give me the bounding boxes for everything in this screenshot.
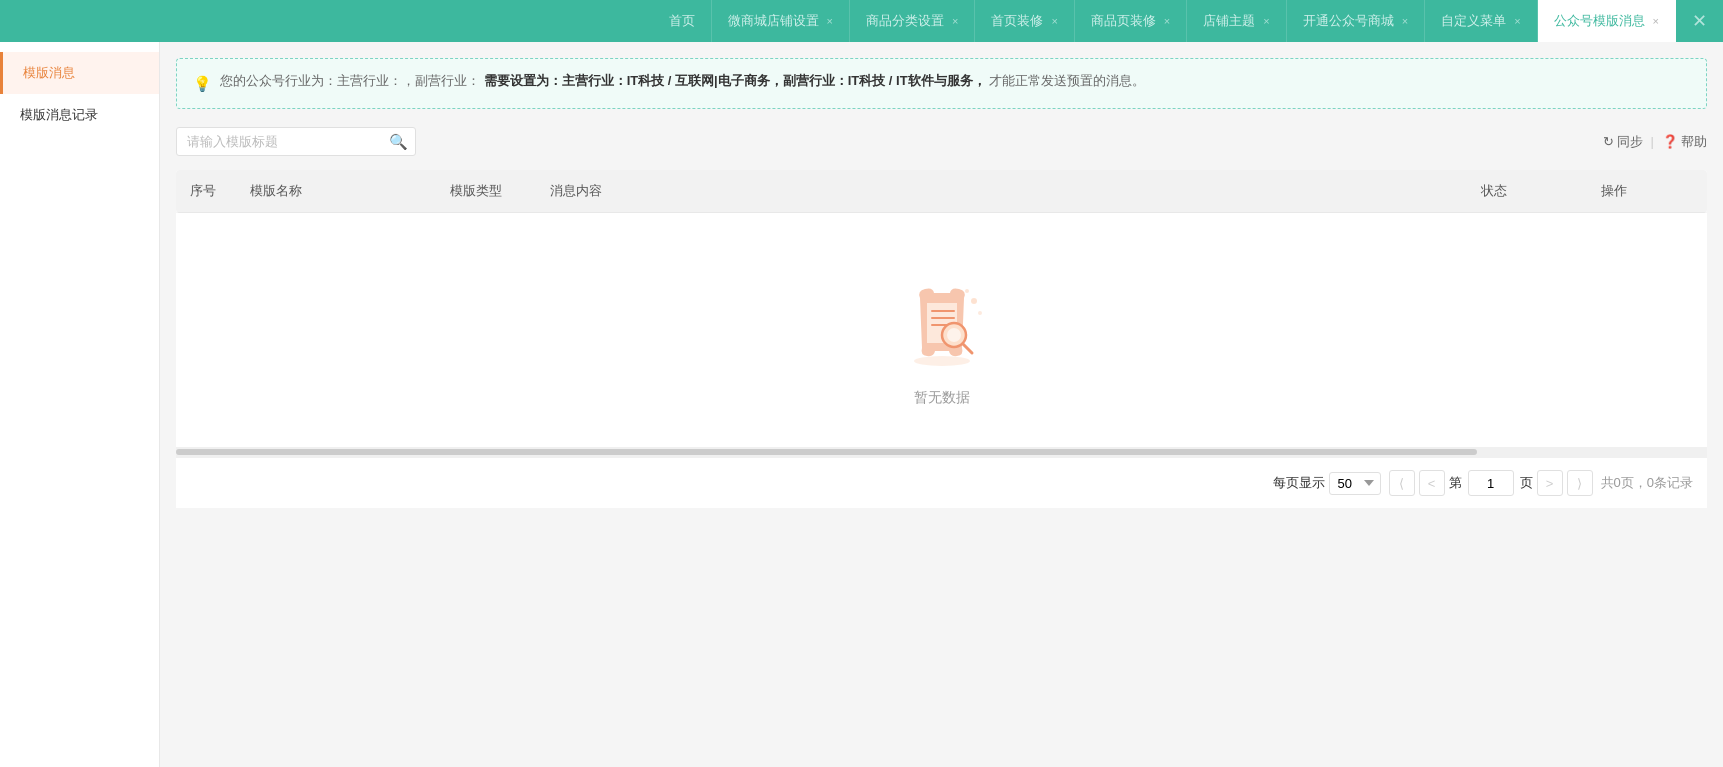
- tab-bar-close-all[interactable]: ✕: [1676, 10, 1723, 32]
- empty-text: 暂无数据: [914, 389, 970, 407]
- tab-item-category-settings[interactable]: 商品分类设置×: [850, 0, 975, 42]
- svg-point-5: [947, 328, 961, 342]
- tab-close-custom-menu[interactable]: ×: [1514, 15, 1520, 27]
- pipe-divider: |: [1651, 134, 1654, 149]
- tab-item-product-decor[interactable]: 商品页装修×: [1075, 0, 1187, 42]
- help-icon: ❓: [1662, 134, 1678, 149]
- table-scrollbar-thumb[interactable]: [176, 449, 1477, 455]
- sidebar-item-template-message[interactable]: 模版消息: [0, 52, 159, 94]
- svg-point-9: [965, 289, 969, 293]
- next-page-button[interactable]: >: [1537, 470, 1563, 496]
- page-size-selector: 每页显示 102050100: [1273, 472, 1381, 495]
- main-layout: 模版消息模版消息记录 💡 您的公众号行业为：主营行业：，副营行业： 需要设置为：…: [0, 42, 1723, 767]
- sync-button[interactable]: ↻ 同步: [1603, 133, 1643, 151]
- tab-close-product-decor[interactable]: ×: [1164, 15, 1170, 27]
- tab-item-custom-menu[interactable]: 自定义菜单×: [1425, 0, 1537, 42]
- page-input-group: 第 页: [1449, 470, 1533, 496]
- data-table: 序号模版名称模版类型消息内容状态操作: [176, 170, 1707, 213]
- tab-item-open-wechat-mall[interactable]: 开通公众号商城×: [1287, 0, 1425, 42]
- page-prefix-label: 第: [1449, 474, 1462, 492]
- sidebar-item-template-record[interactable]: 模版消息记录: [0, 94, 159, 136]
- table-scrollbar[interactable]: [176, 447, 1707, 457]
- info-banner-text: 您的公众号行业为：主营行业：，副营行业： 需要设置为：主营行业：IT科技 / 互…: [220, 71, 1145, 92]
- search-input-wrap: 🔍: [176, 127, 416, 156]
- tab-close-store-theme[interactable]: ×: [1263, 15, 1269, 27]
- bulb-icon: 💡: [193, 72, 212, 96]
- svg-point-0: [914, 356, 970, 366]
- tab-bar: 首页微商城店铺设置×商品分类设置×首页装修×商品页装修×店铺主题×开通公众号商城…: [0, 0, 1723, 42]
- tab-close-template-message[interactable]: ×: [1653, 15, 1659, 27]
- col-header-name: 模版名称: [236, 170, 436, 213]
- content-area: 💡 您的公众号行业为：主营行业：，副营行业： 需要设置为：主营行业：IT科技 /…: [160, 42, 1723, 767]
- svg-point-8: [978, 311, 982, 315]
- search-right: ↻ 同步 | ❓ 帮助: [1603, 133, 1707, 151]
- page-number-input[interactable]: [1468, 470, 1514, 496]
- tab-close-category-settings[interactable]: ×: [952, 15, 958, 27]
- tab-item-home-decor[interactable]: 首页装修×: [975, 0, 1074, 42]
- tab-item-home[interactable]: 首页: [653, 0, 712, 42]
- sync-icon: ↻: [1603, 134, 1614, 149]
- col-header-type: 模版类型: [436, 170, 536, 213]
- info-banner: 💡 您的公众号行业为：主营行业：，副营行业： 需要设置为：主营行业：IT科技 /…: [176, 58, 1707, 109]
- first-page-button[interactable]: ⟨: [1389, 470, 1415, 496]
- tab-item-template-message[interactable]: 公众号模版消息×: [1538, 0, 1676, 42]
- svg-line-6: [963, 344, 972, 353]
- page-suffix-label: 页: [1520, 474, 1533, 492]
- search-left: 🔍: [176, 127, 416, 156]
- help-button[interactable]: ❓ 帮助: [1662, 133, 1707, 151]
- col-header-action: 操作: [1587, 170, 1707, 213]
- col-header-seq: 序号: [176, 170, 236, 213]
- last-page-button[interactable]: ⟩: [1567, 470, 1593, 496]
- pagination-nav: ⟨ < 第 页 > ⟩: [1389, 470, 1593, 496]
- svg-point-7: [971, 298, 977, 304]
- col-header-status: 状态: [1467, 170, 1587, 213]
- table-header: 序号模版名称模版类型消息内容状态操作: [176, 170, 1707, 213]
- empty-state: 暂无数据: [176, 213, 1707, 447]
- tab-item-store-theme[interactable]: 店铺主题×: [1187, 0, 1286, 42]
- table-header-row: 序号模版名称模版类型消息内容状态操作: [176, 170, 1707, 213]
- tab-close-home-decor[interactable]: ×: [1051, 15, 1057, 27]
- page-size-label: 每页显示: [1273, 474, 1325, 492]
- prev-page-button[interactable]: <: [1419, 470, 1445, 496]
- tab-close-shop-settings[interactable]: ×: [827, 15, 833, 27]
- search-input[interactable]: [176, 127, 416, 156]
- col-header-content: 消息内容: [536, 170, 1467, 213]
- search-button[interactable]: 🔍: [389, 133, 408, 151]
- sidebar: 模版消息模版消息记录: [0, 42, 160, 767]
- tab-item-shop-settings[interactable]: 微商城店铺设置×: [712, 0, 850, 42]
- page-size-select[interactable]: 102050100: [1329, 472, 1381, 495]
- tab-close-open-wechat-mall[interactable]: ×: [1402, 15, 1408, 27]
- pagination: 每页显示 102050100 ⟨ < 第 页 > ⟩ 共0页，0条记录: [176, 457, 1707, 508]
- search-bar: 🔍 ↻ 同步 | ❓ 帮助: [176, 127, 1707, 156]
- page-total: 共0页，0条记录: [1601, 474, 1693, 492]
- empty-illustration: [892, 273, 992, 373]
